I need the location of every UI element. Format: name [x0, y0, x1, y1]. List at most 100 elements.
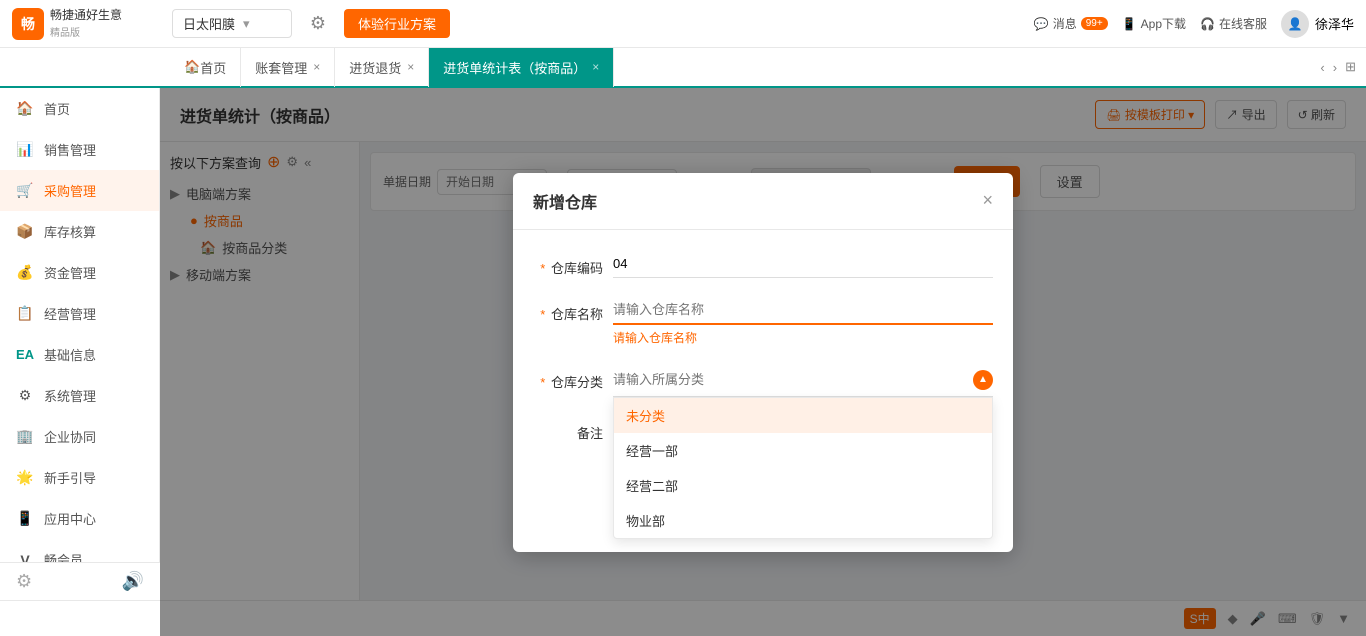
modal-close-btn[interactable]: × [982, 190, 993, 211]
service-label: 在线客服 [1219, 15, 1267, 32]
form-control-name: 请输入仓库名称 [613, 296, 993, 346]
settings-icon[interactable]: ⚙ [302, 8, 334, 40]
sidebar-item-operations[interactable]: 📋 经营管理 [0, 293, 159, 334]
service-btn[interactable]: 🎧 在线客服 [1200, 15, 1267, 32]
logo-icon: 畅 [12, 8, 44, 40]
sidebar-item-sales-label: 销售管理 [44, 140, 96, 159]
sidebar-item-operations-label: 经营管理 [44, 304, 96, 323]
required-star-name: * [540, 307, 545, 322]
sidebar-item-basic-info[interactable]: EA 基础信息 [0, 334, 159, 375]
form-label-code: * 仓库编码 [533, 250, 613, 277]
code-label-text: 仓库编码 [551, 261, 603, 276]
code-input[interactable] [613, 250, 993, 278]
tabbar: 🏠 首页 账套管理 × 进货退货 × 进货单统计表（按商品） × ‹ › ⊞ [0, 48, 1366, 88]
message-label: 消息 [1053, 15, 1077, 32]
tab-purchase-return-label: 进货退货 [349, 58, 401, 77]
name-error-msg: 请输入仓库名称 [613, 329, 993, 346]
sidebar-item-home[interactable]: 🏠 首页 [0, 88, 159, 129]
tab-accounts[interactable]: 账套管理 × [241, 47, 335, 87]
home-icon: 🏠 [16, 100, 34, 118]
operations-icon: 📋 [16, 305, 34, 323]
modal-body: * 仓库编码 * 仓库名称 [513, 230, 1013, 489]
settings-bottom-icon[interactable]: ⚙ [16, 571, 32, 592]
tab-nav-prev[interactable]: ‹ [1320, 60, 1324, 75]
modal-title: 新增仓库 [533, 189, 597, 213]
sidebar-item-inventory[interactable]: 📦 库存核算 [0, 211, 159, 252]
sidebar-item-home-label: 首页 [44, 99, 70, 118]
tab-home[interactable]: 🏠 首页 [170, 47, 241, 87]
sidebar-item-system-label: 系统管理 [44, 386, 96, 405]
logo-sub: 精品版 [50, 24, 122, 39]
guide-icon: 🌟 [16, 469, 34, 487]
user-area[interactable]: 👤 徐泽华 [1281, 10, 1354, 38]
form-label-category: * 仓库分类 [533, 364, 613, 391]
message-btn[interactable]: 💬 消息 99+ [1034, 15, 1108, 32]
sidebar-item-basic-info-label: 基础信息 [44, 345, 96, 364]
category-dropdown-btn[interactable]: ▲ [973, 370, 993, 390]
add-warehouse-modal: 新增仓库 × * 仓库编码 [513, 173, 1013, 552]
avatar: 👤 [1281, 10, 1309, 38]
topbar: 畅 畅捷通好生意 精品版 日太阳膜 ▾ ⚙ 体验行业方案 💬 消息 99+ 📱 … [0, 0, 1366, 48]
tab-purchase-stats[interactable]: 进货单统计表（按商品） × [429, 47, 614, 87]
dropdown-item-uncategorized[interactable]: 未分类 [614, 398, 992, 433]
category-select-wrap[interactable]: ▲ [613, 364, 993, 397]
sidebar-item-finance-label: 资金管理 [44, 263, 96, 282]
topbar-actions: 💬 消息 99+ 📱 App下载 🎧 在线客服 👤 徐泽华 [1034, 10, 1354, 38]
sidebar-item-inventory-label: 库存核算 [44, 222, 96, 241]
experience-btn[interactable]: 体验行业方案 [344, 9, 450, 38]
name-input[interactable] [613, 296, 993, 325]
logo-area: 畅 畅捷通好生意 精品版 [12, 8, 162, 40]
home-icon: 🏠 [184, 59, 200, 75]
dropdown-item-dept2[interactable]: 经营二部 [614, 468, 992, 503]
tab-accounts-close[interactable]: × [313, 60, 320, 74]
inventory-icon: 📦 [16, 223, 34, 241]
tab-purchase-stats-label: 进货单统计表（按商品） [443, 58, 586, 77]
dropdown-arrow-icon: ▾ [243, 16, 250, 32]
main-layout: 🏠 首页 📊 销售管理 🛒 采购管理 📦 库存核算 💰 资金管理 📋 经 [0, 88, 1366, 636]
modal-header: 新增仓库 × [513, 173, 1013, 230]
sidebar-item-enterprise-label: 企业协同 [44, 427, 96, 446]
system-icon: ⚙ [16, 387, 34, 405]
name-label-text: 仓库名称 [551, 307, 603, 322]
store-selector[interactable]: 日太阳膜 ▾ [172, 9, 292, 38]
form-row-name: * 仓库名称 请输入仓库名称 [533, 296, 993, 346]
sound-icon[interactable]: 🔊 [122, 571, 144, 592]
tab-purchase-return[interactable]: 进货退货 × [335, 47, 429, 87]
tab-expand-icon[interactable]: ⊞ [1345, 59, 1356, 75]
form-control-category: ▲ 未分类 经营一部 经营二部 物业部 [613, 364, 993, 397]
tab-home-label: 首页 [200, 58, 226, 77]
form-row-category: * 仓库分类 ▲ 未分类 [533, 364, 993, 397]
sidebar-item-finance[interactable]: 💰 资金管理 [0, 252, 159, 293]
store-name: 日太阳膜 [183, 14, 235, 33]
sidebar-item-guide[interactable]: 🌟 新手引导 [0, 457, 159, 498]
tab-purchase-stats-close[interactable]: × [592, 60, 599, 74]
logo-text: 畅捷通好生意 [50, 8, 122, 24]
content: 进货单统计（按商品） 🖨 按模板打印 ▾ ↗ 导出 ↺ 刷新 [160, 88, 1366, 636]
form-row-code: * 仓库编码 [533, 250, 993, 278]
phone-icon: 📱 [1122, 17, 1137, 31]
basic-info-icon: EA [16, 346, 34, 364]
sidebar-item-sales[interactable]: 📊 销售管理 [0, 129, 159, 170]
form-control-code [613, 250, 993, 278]
category-input[interactable] [613, 372, 973, 387]
category-label-text: 仓库分类 [551, 375, 603, 390]
tab-nav-next[interactable]: › [1333, 60, 1337, 75]
dropdown-item-property[interactable]: 物业部 [614, 503, 992, 538]
sidebar-item-system[interactable]: ⚙ 系统管理 [0, 375, 159, 416]
sidebar-item-app-center[interactable]: 📱 应用中心 [0, 498, 159, 539]
sidebar-item-purchase[interactable]: 🛒 采购管理 [0, 170, 159, 211]
form-label-note: 备注 [533, 415, 613, 442]
app-label: App下载 [1141, 15, 1186, 32]
tab-purchase-return-close[interactable]: × [407, 60, 414, 74]
enterprise-icon: 🏢 [16, 428, 34, 446]
message-badge: 99+ [1081, 17, 1108, 30]
headset-icon: 🎧 [1200, 17, 1215, 31]
app-download-btn[interactable]: 📱 App下载 [1122, 15, 1186, 32]
dropdown-item-dept1[interactable]: 经营一部 [614, 433, 992, 468]
user-icon: 👤 [1288, 17, 1303, 31]
tab-accounts-label: 账套管理 [255, 58, 307, 77]
required-star-category: * [540, 375, 545, 390]
sidebar-item-enterprise[interactable]: 🏢 企业协同 [0, 416, 159, 457]
message-icon: 💬 [1034, 17, 1049, 31]
tabbar-actions: ‹ › ⊞ [1320, 59, 1366, 75]
